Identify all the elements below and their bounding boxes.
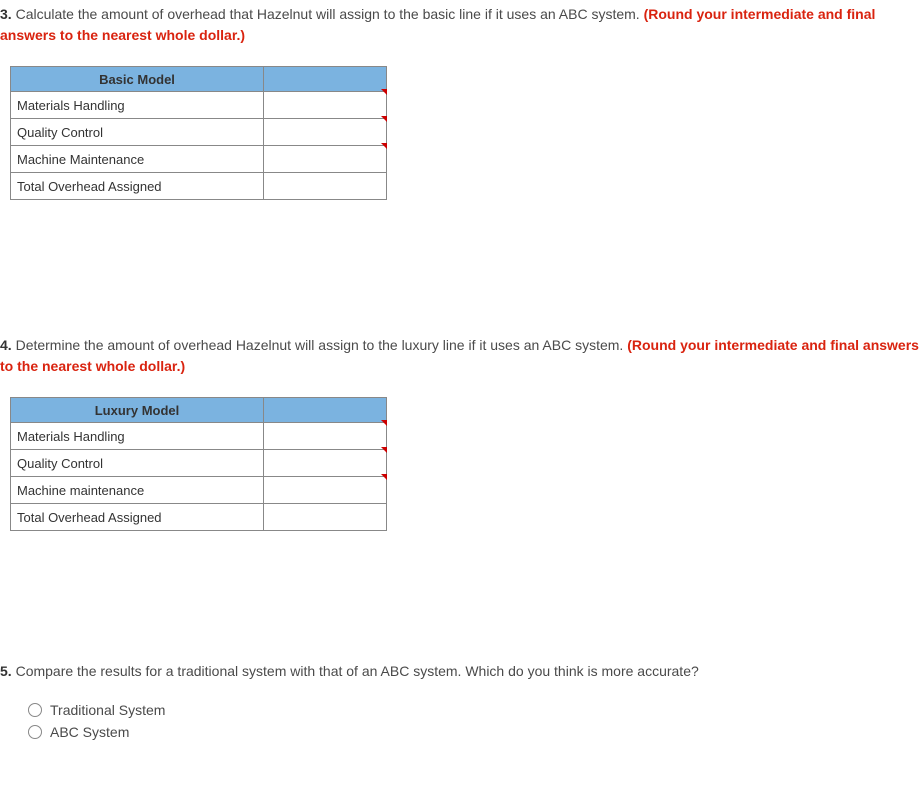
table-row: Quality Control — [11, 119, 387, 146]
machine-maintenance-input-cell-luxury[interactable] — [264, 477, 387, 504]
luxury-model-header: Luxury Model — [11, 398, 264, 423]
required-marker-icon — [381, 116, 387, 122]
row-label: Total Overhead Assigned — [11, 504, 264, 531]
row-label: Machine maintenance — [11, 477, 264, 504]
table-row: Quality Control — [11, 450, 387, 477]
q4-text: Determine the amount of overhead Hazelnu… — [12, 337, 628, 353]
row-label: Materials Handling — [11, 423, 264, 450]
q3-number: 3. — [0, 6, 12, 22]
basic-model-header-blank — [264, 67, 387, 92]
required-marker-icon — [381, 143, 387, 149]
luxury-model-table: Luxury Model Materials Handling Quality … — [10, 397, 387, 531]
q5-text: Compare the results for a traditional sy… — [12, 663, 699, 679]
option-traditional[interactable]: Traditional System — [28, 702, 924, 718]
required-marker-icon — [381, 89, 387, 95]
row-label: Total Overhead Assigned — [11, 173, 264, 200]
question-5-prompt: 5. Compare the results for a traditional… — [0, 661, 924, 682]
table-row: Materials Handling — [11, 92, 387, 119]
option-label: Traditional System — [50, 702, 165, 718]
quality-control-input-cell[interactable] — [264, 119, 387, 146]
total-overhead-cell-luxury — [264, 504, 387, 531]
option-abc[interactable]: ABC System — [28, 724, 924, 740]
row-label: Materials Handling — [11, 92, 264, 119]
q5-options: Traditional System ABC System — [28, 702, 924, 740]
table-row: Machine Maintenance — [11, 146, 387, 173]
option-label: ABC System — [50, 724, 129, 740]
q4-number: 4. — [0, 337, 12, 353]
required-marker-icon — [381, 447, 387, 453]
question-4-prompt: 4. Determine the amount of overhead Haze… — [0, 335, 924, 377]
total-overhead-cell — [264, 173, 387, 200]
table-row: Machine maintenance — [11, 477, 387, 504]
required-marker-icon — [381, 420, 387, 426]
materials-handling-input-cell-luxury[interactable] — [264, 423, 387, 450]
table-row: Total Overhead Assigned — [11, 504, 387, 531]
q3-text: Calculate the amount of overhead that Ha… — [12, 6, 644, 22]
basic-model-table: Basic Model Materials Handling Quality C… — [10, 66, 387, 200]
required-marker-icon — [381, 474, 387, 480]
machine-maintenance-input-cell[interactable] — [264, 146, 387, 173]
radio-icon — [28, 725, 42, 739]
materials-handling-input-cell[interactable] — [264, 92, 387, 119]
row-label: Quality Control — [11, 119, 264, 146]
question-3-prompt: 3. Calculate the amount of overhead that… — [0, 4, 924, 46]
table-row: Materials Handling — [11, 423, 387, 450]
row-label: Machine Maintenance — [11, 146, 264, 173]
table-row: Total Overhead Assigned — [11, 173, 387, 200]
quality-control-input-cell-luxury[interactable] — [264, 450, 387, 477]
radio-icon — [28, 703, 42, 717]
luxury-model-header-blank — [264, 398, 387, 423]
row-label: Quality Control — [11, 450, 264, 477]
basic-model-header: Basic Model — [11, 67, 264, 92]
q5-number: 5. — [0, 663, 12, 679]
